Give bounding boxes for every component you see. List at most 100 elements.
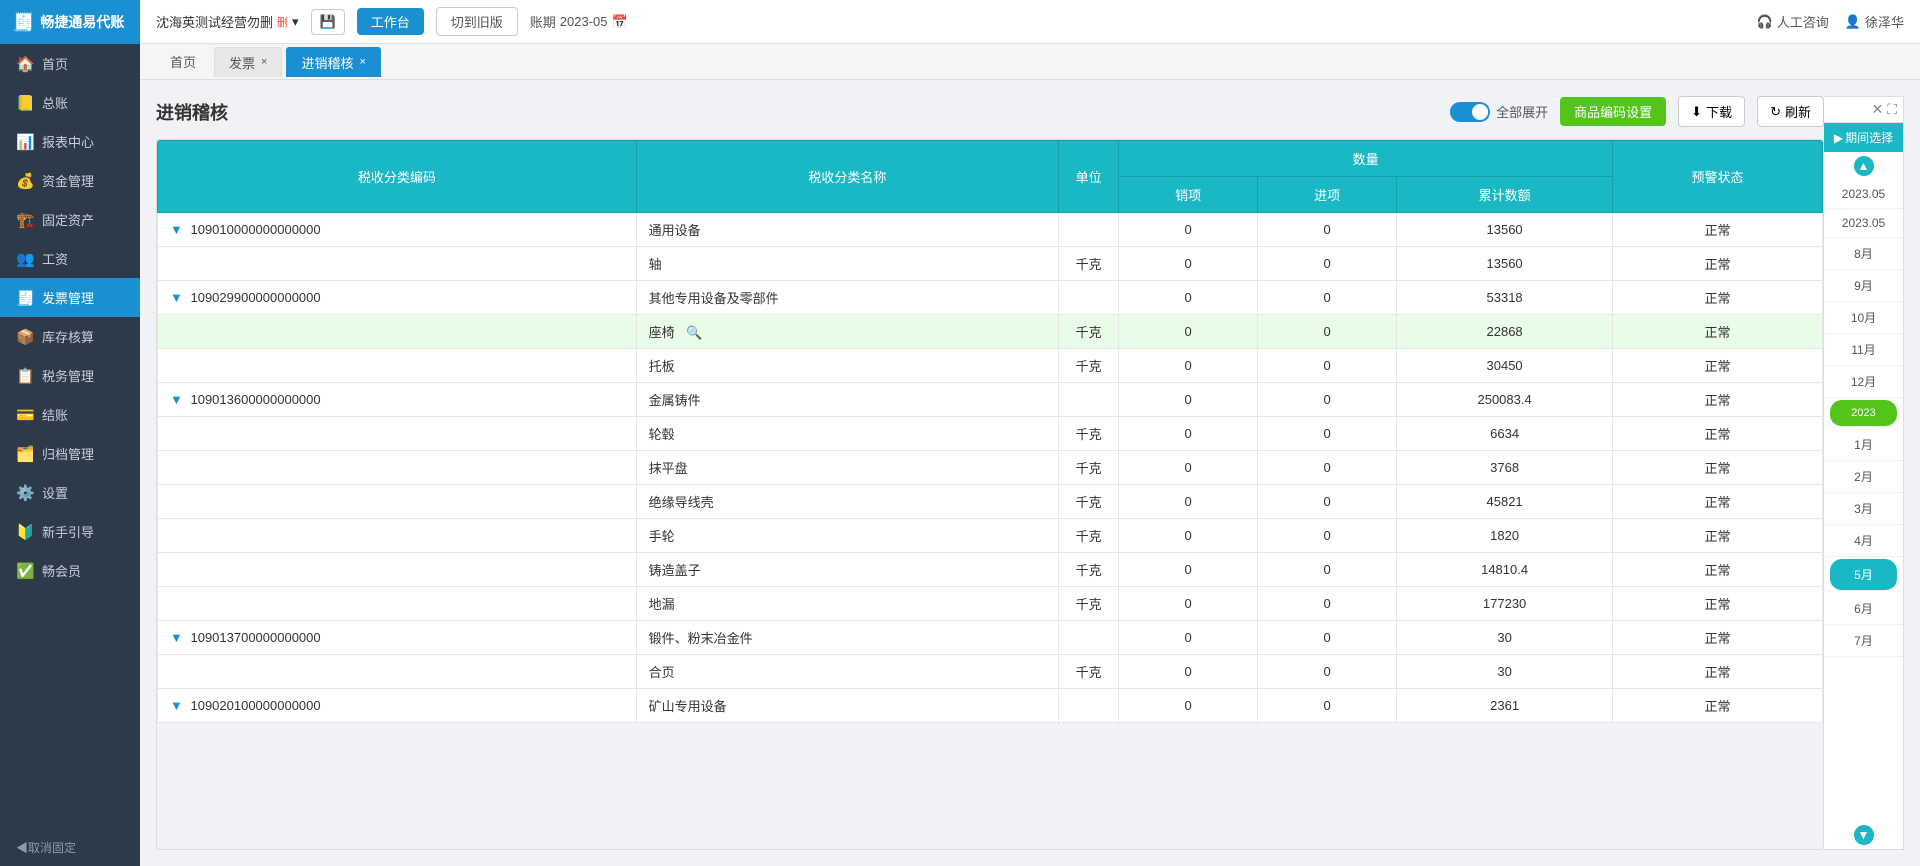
member-icon: ✅: [16, 562, 34, 580]
cell-name: 合页: [636, 655, 1058, 689]
period-item[interactable]: 2023: [1830, 400, 1897, 427]
sidebar-item-assets[interactable]: 🏗️ 固定资产: [0, 200, 140, 239]
sidebar-item-inventory[interactable]: 📦 库存核算: [0, 317, 140, 356]
period-down-btn[interactable]: ▼: [1854, 825, 1874, 845]
sidebar-item-home[interactable]: 🏠 首页: [0, 44, 140, 83]
save-draft-btn[interactable]: 💾: [311, 9, 345, 35]
sidebar-label-inventory: 库存核算: [42, 327, 94, 346]
period-item[interactable]: 12月: [1824, 366, 1903, 398]
expand-icon[interactable]: ▼: [170, 630, 183, 645]
period-item[interactable]: 2月: [1824, 461, 1903, 493]
product-code-btn[interactable]: 商品编码设置: [1560, 97, 1666, 126]
cell-unit: [1059, 383, 1119, 417]
expand-toggle-switch[interactable]: [1450, 102, 1490, 122]
cell-total: 30: [1397, 621, 1613, 655]
period-item[interactable]: 8月: [1824, 238, 1903, 270]
cell-purchase: 0: [1258, 621, 1397, 655]
sidebar-collapse-btn[interactable]: ◀取消固定: [0, 829, 140, 866]
cell-name: 托板: [636, 349, 1058, 383]
expand-icon[interactable]: ▼: [170, 392, 183, 407]
panel-expand-btn[interactable]: ⛶: [1887, 101, 1897, 118]
cell-purchase: 0: [1258, 281, 1397, 315]
sidebar-item-reports[interactable]: 📊 报表中心: [0, 122, 140, 161]
table-area: 进销稽核 全部展开 商品编码设置 ⬇ 下载 ↻ 刷新: [156, 96, 1824, 850]
period-item[interactable]: 3月: [1824, 493, 1903, 525]
search-icon[interactable]: 🔍: [686, 325, 702, 340]
refresh-btn[interactable]: ↻ 刷新: [1757, 96, 1824, 127]
period-item[interactable]: 7月: [1824, 625, 1903, 657]
support-btn[interactable]: 🎧 人工咨询: [1757, 12, 1829, 31]
period-up-btn[interactable]: ▲: [1854, 156, 1874, 176]
cell-code: ▼ 109013700000000000: [158, 621, 637, 655]
sidebar-item-ledger[interactable]: 📒 总账: [0, 83, 140, 122]
cell-code: [158, 519, 637, 553]
period-item[interactable]: 4月: [1824, 525, 1903, 557]
cell-unit: 千克: [1059, 349, 1119, 383]
cell-warning: 正常: [1613, 689, 1823, 723]
chevron-left-icon: ▶: [1834, 131, 1843, 145]
sidebar-item-archive[interactable]: 🗂️ 归档管理: [0, 434, 140, 473]
expand-toggle[interactable]: 全部展开: [1450, 102, 1548, 122]
expand-icon[interactable]: ▼: [170, 222, 183, 237]
expand-toggle-label: 全部展开: [1496, 102, 1548, 121]
download-btn[interactable]: ⬇ 下载: [1678, 96, 1745, 127]
cell-code: [158, 451, 637, 485]
sidebar-item-tax[interactable]: 📋 税务管理: [0, 356, 140, 395]
cell-unit: 千克: [1059, 655, 1119, 689]
sidebar-item-invoice[interactable]: 🧾 发票管理: [0, 278, 140, 317]
th-tax-code: 税收分类编码: [158, 141, 637, 213]
period-item[interactable]: 5月: [1830, 559, 1897, 591]
sidebar-item-settings[interactable]: ⚙️ 设置: [0, 473, 140, 512]
inventory-icon: 📦: [16, 328, 34, 346]
period-item[interactable]: 1月: [1824, 429, 1903, 461]
sidebar-label-archive: 归档管理: [42, 444, 94, 463]
guide-icon: 🔰: [16, 523, 34, 541]
sidebar-item-capital[interactable]: 💰 资金管理: [0, 161, 140, 200]
cell-code: [158, 553, 637, 587]
company-dropdown-icon[interactable]: ▾: [292, 14, 299, 30]
cell-purchase: 0: [1258, 655, 1397, 689]
sidebar-item-settle[interactable]: 💳 结账: [0, 395, 140, 434]
period-item[interactable]: 2023.05: [1824, 209, 1903, 238]
company-delete-icon[interactable]: 删: [277, 14, 288, 30]
period-value: 2023-05: [560, 14, 608, 29]
page-actions: 全部展开 商品编码设置 ⬇ 下载 ↻ 刷新: [1450, 96, 1824, 127]
old-version-btn[interactable]: 切到旧版: [436, 7, 518, 36]
cell-warning: 正常: [1613, 655, 1823, 689]
expand-icon[interactable]: ▼: [170, 290, 183, 305]
page-content: 进销稽核 全部展开 商品编码设置 ⬇ 下载 ↻ 刷新: [140, 80, 1920, 866]
th-purchase: 进项: [1258, 177, 1397, 213]
tab-reconcile[interactable]: 进销稽核 ×: [286, 47, 380, 77]
cell-warning: 正常: [1613, 519, 1823, 553]
period-item[interactable]: 2023.05: [1824, 180, 1903, 209]
panel-close-btn[interactable]: ✕: [1871, 101, 1883, 118]
period-item[interactable]: 9月: [1824, 270, 1903, 302]
tab-reconcile-close[interactable]: ×: [359, 56, 365, 68]
period-item[interactable]: 6月: [1824, 593, 1903, 625]
sidebar-label-assets: 固定资产: [42, 210, 94, 229]
table-row: 座椅 🔍 千克 0 0 22868 正常: [158, 315, 1823, 349]
sidebar-item-member[interactable]: ✅ 畅会员: [0, 551, 140, 590]
workbench-btn[interactable]: 工作台: [357, 8, 424, 35]
tab-invoice-close[interactable]: ×: [261, 56, 267, 68]
cell-code: ▼ 109013600000000000: [158, 383, 637, 417]
period-nav-up: ▲: [1824, 152, 1903, 180]
sidebar-item-guide[interactable]: 🔰 新手引导: [0, 512, 140, 551]
tab-home[interactable]: 首页: [156, 47, 210, 76]
cell-warning: 正常: [1613, 417, 1823, 451]
home-icon: 🏠: [16, 55, 34, 73]
calendar-icon[interactable]: 📅: [612, 14, 628, 30]
company-selector[interactable]: 沈海英测试经营勿删 删 ▾: [156, 12, 299, 31]
expand-icon[interactable]: ▼: [170, 698, 183, 713]
tab-reconcile-label: 进销稽核: [301, 53, 353, 72]
period-item[interactable]: 10月: [1824, 302, 1903, 334]
tab-invoice[interactable]: 发票 ×: [214, 47, 282, 77]
table-row: 轮毂 千克 0 0 6634 正常: [158, 417, 1823, 451]
period-item[interactable]: 11月: [1824, 334, 1903, 366]
cell-name: 矿山专用设备: [636, 689, 1058, 723]
sidebar-item-payroll[interactable]: 👥 工资: [0, 239, 140, 278]
cell-code: [158, 349, 637, 383]
cell-sales: 0: [1119, 655, 1258, 689]
user-menu[interactable]: 👤 徐泽华: [1845, 12, 1904, 31]
logo-icon: 🧾: [12, 12, 34, 33]
